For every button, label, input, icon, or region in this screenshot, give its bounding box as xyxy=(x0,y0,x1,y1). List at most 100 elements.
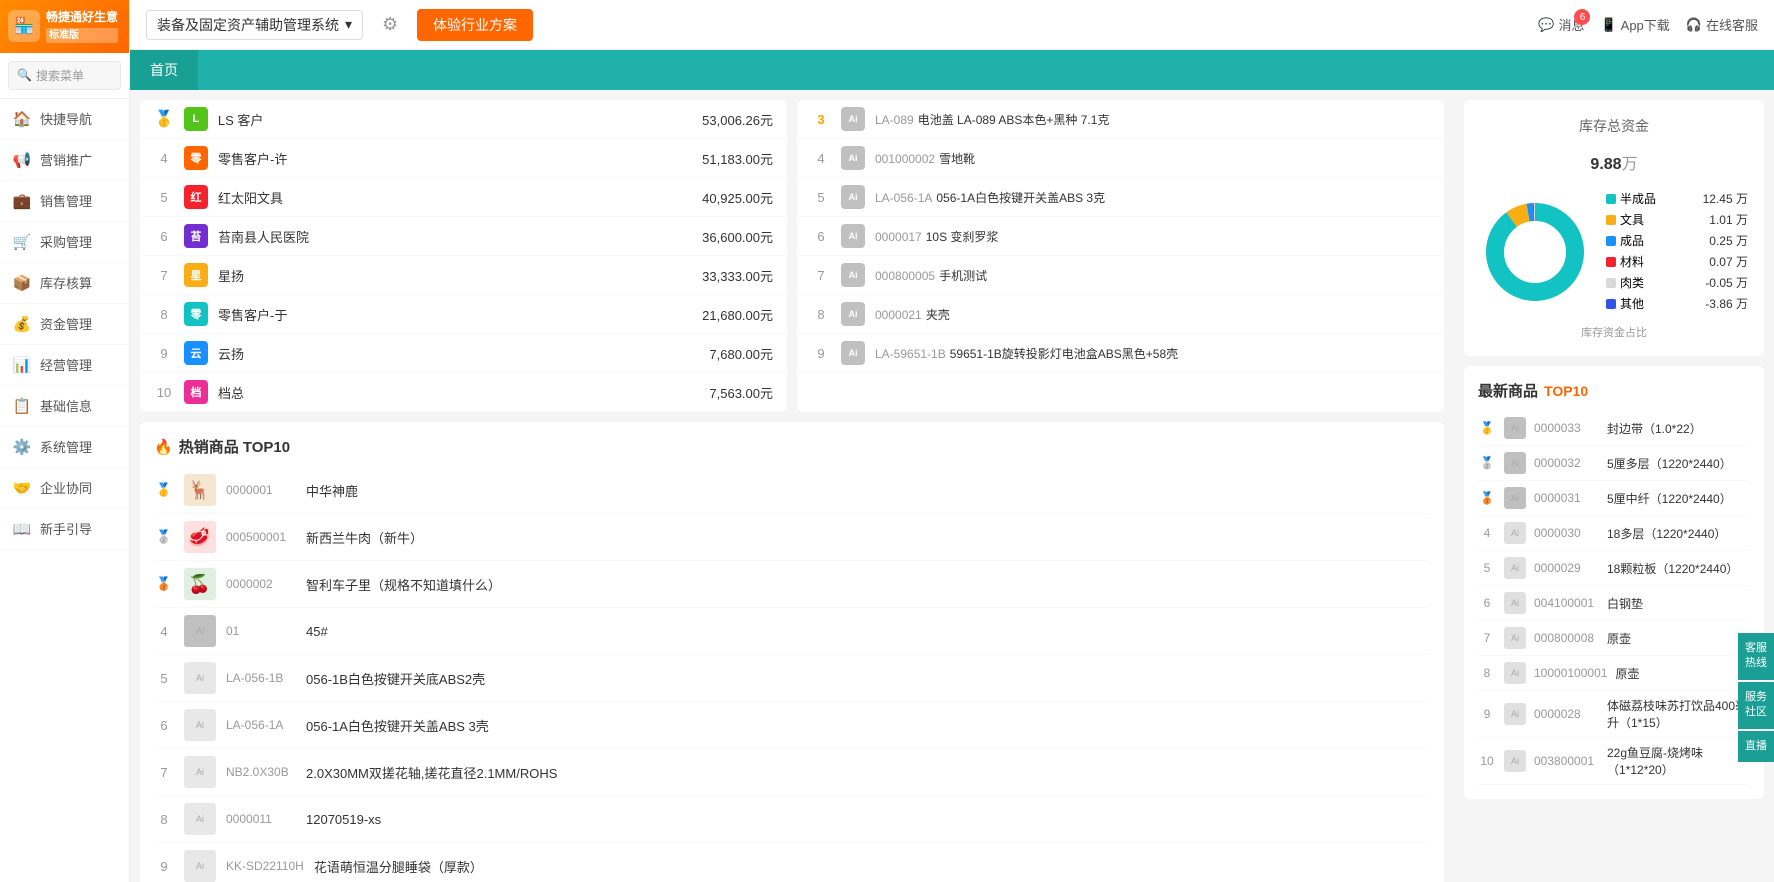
table-row: 4 零 零售客户-许 51,183.00元 xyxy=(140,139,787,178)
sidebar: 🏪 畅捷通好生意 标准版 🔍 搜索菜单 🏠 快捷导航 📢 营销推广 💼 销售管理… xyxy=(0,0,130,882)
product-icon: Ai xyxy=(1504,662,1526,684)
product-icon: Ai xyxy=(1504,487,1526,509)
sidebar-item-qiye[interactable]: 🤝 企业协同 xyxy=(0,468,129,509)
table-row: 10 档 档总 7,563.00元 xyxy=(140,373,787,412)
svg-text:🦌: 🦌 xyxy=(188,479,210,500)
sidebar-item-caigou[interactable]: 🛒 采购管理 xyxy=(0,222,129,263)
sidebar-item-jichu[interactable]: 📋 基础信息 xyxy=(0,386,129,427)
live-stream-button[interactable]: 直播 xyxy=(1738,731,1774,762)
product-image: 🍒 xyxy=(184,568,216,600)
product-icon: Ai xyxy=(1504,522,1526,544)
cart-icon: 🛒 xyxy=(12,232,32,252)
product-image: 🦌 xyxy=(184,474,216,506)
avatar: 红 xyxy=(184,185,208,209)
product-image: Ai xyxy=(184,709,216,741)
avatar: Ai xyxy=(841,185,865,209)
list-item: 8 Ai 0000011 12070519-xs xyxy=(154,796,1430,843)
legend-dot xyxy=(1606,299,1616,309)
sidebar-item-yingxiao[interactable]: 📢 营销推广 xyxy=(0,140,129,181)
avatar: 星 xyxy=(184,263,208,287)
table-row: 8 Ai 0000021夹壳 xyxy=(797,295,1444,334)
clipboard-icon: 📋 xyxy=(12,396,32,416)
list-item: 5 Ai LA-056-1B 056-1B白色按键开关底ABS2壳 xyxy=(154,655,1430,702)
sidebar-item-xiaoshou[interactable]: 💼 销售管理 xyxy=(0,181,129,222)
hot-products-title: 🔥 热销商品 TOP10 xyxy=(154,436,1430,457)
chart-icon: 📊 xyxy=(12,355,32,375)
table-row: 3 Ai LA-089电池盖 LA-089 ABS本色+黑种 7.1克 xyxy=(797,100,1444,139)
message-icon: 💬 xyxy=(1538,17,1554,33)
legend-row: 肉类 -0.05 万 xyxy=(1606,274,1748,291)
main-area: 装备及固定资产辅助管理系统 ▾ ⚙ 体验行业方案 💬 消息 6 📱 App下载 … xyxy=(130,0,1774,882)
box-icon: 📦 xyxy=(12,273,32,293)
list-item: 4 Ai 01 45# xyxy=(154,608,1430,655)
logo-name: 畅捷通好生意 xyxy=(46,10,118,26)
sidebar-item-kucun[interactable]: 📦 库存核算 xyxy=(0,263,129,304)
avatar: L xyxy=(184,107,208,131)
avatar: 苔 xyxy=(184,224,208,248)
customer-top10-card: 🥇 L LS 客户 53,006.26元 4 零 零售客户-许 51,183.0… xyxy=(140,100,787,412)
money-icon: 💰 xyxy=(12,314,32,334)
product-icon: Ai xyxy=(1504,417,1526,439)
svg-text:🥩: 🥩 xyxy=(188,526,210,548)
app-download-button[interactable]: 📱 App下载 xyxy=(1600,15,1669,34)
legend-row: 其他 -3.86 万 xyxy=(1606,295,1748,312)
sidebar-item-xitong[interactable]: ⚙️ 系统管理 xyxy=(0,427,129,468)
svg-text:🍒: 🍒 xyxy=(188,573,210,595)
handshake-icon: 🤝 xyxy=(12,478,32,498)
service-community-button[interactable]: 服务 社区 xyxy=(1738,682,1774,729)
logo-tag: 标准版 xyxy=(46,28,118,43)
inventory-card: 库存总资金 9.88万 xyxy=(1464,100,1764,356)
logo: 🏪 畅捷通好生意 标准版 xyxy=(0,0,129,53)
legend-dot xyxy=(1606,278,1616,288)
table-row: 5 红 红太阳文具 40,925.00元 xyxy=(140,178,787,217)
float-button-group: 客服 热线 服务 社区 直播 xyxy=(1738,633,1774,762)
list-item: 7 Ai 000800008 原壶 xyxy=(1478,621,1750,656)
avatar: 零 xyxy=(184,302,208,326)
message-badge: 6 xyxy=(1574,9,1590,25)
legend-dot xyxy=(1606,194,1616,204)
list-item: 10 Ai 003800001 22g鱼豆腐-烧烤味（1*12*20） xyxy=(1478,738,1750,785)
legend-dot xyxy=(1606,236,1616,246)
inventory-amount: 9.88万 xyxy=(1480,144,1748,176)
home-icon: 🏠 xyxy=(12,109,32,129)
right-area: 库存总资金 9.88万 xyxy=(1454,90,1774,882)
trial-button[interactable]: 体验行业方案 xyxy=(417,9,533,41)
inventory-subtitle: 库存资金占比 xyxy=(1480,324,1748,340)
table-row: 4 Ai 001000002雪地靴 xyxy=(797,139,1444,178)
avatar: Ai xyxy=(841,263,865,287)
system-selector[interactable]: 装备及固定资产辅助管理系统 ▾ xyxy=(146,10,363,40)
sidebar-item-zijin[interactable]: 💰 资金管理 xyxy=(0,304,129,345)
product-icon: Ai xyxy=(1504,703,1526,725)
sidebar-item-jingying[interactable]: 📊 经营管理 xyxy=(0,345,129,386)
middle-area: 🥇 L LS 客户 53,006.26元 4 零 零售客户-许 51,183.0… xyxy=(130,90,1454,882)
avatar: Ai xyxy=(841,224,865,248)
table-row: 7 星 星扬 33,333.00元 xyxy=(140,256,787,295)
list-item: 4 Ai 0000030 18多层（1220*2440） xyxy=(1478,516,1750,551)
legend-dot xyxy=(1606,215,1616,225)
tab-home[interactable]: 首页 xyxy=(130,50,198,90)
book-icon: 📖 xyxy=(12,519,32,539)
phone-icon: 📱 xyxy=(1600,17,1616,33)
message-button[interactable]: 💬 消息 6 xyxy=(1538,15,1584,34)
system-name: 装备及固定资产辅助管理系统 xyxy=(157,15,339,35)
sidebar-item-kuaijie[interactable]: 🏠 快捷导航 xyxy=(0,99,129,140)
product-image: Ai xyxy=(184,756,216,788)
table-row: 7 Ai 000800005手机测试 xyxy=(797,256,1444,295)
online-service-button[interactable]: 🎧 在线客服 xyxy=(1686,15,1758,34)
legend-row: 文具 1.01 万 xyxy=(1606,211,1748,228)
sidebar-item-xinshou[interactable]: 📖 新手引导 xyxy=(0,509,129,550)
search-icon: 🔍 xyxy=(17,68,32,82)
avatar: Ai xyxy=(841,302,865,326)
legend-row: 材料 0.07 万 xyxy=(1606,253,1748,270)
table-row: 8 零 零售客户-于 21,680.00元 xyxy=(140,295,787,334)
search-menu-button[interactable]: 🔍 搜索菜单 xyxy=(8,61,121,90)
product-icon: Ai xyxy=(1504,750,1526,772)
product-icon: Ai xyxy=(1504,557,1526,579)
settings-button[interactable]: ⚙ xyxy=(375,10,405,40)
fire-icon: 🔥 xyxy=(154,438,173,456)
customer-service-button[interactable]: 客服 热线 xyxy=(1738,633,1774,680)
product-image: Ai xyxy=(184,803,216,835)
content-area: 🥇 L LS 客户 53,006.26元 4 零 零售客户-许 51,183.0… xyxy=(130,90,1774,882)
list-item: 9 Ai 0000028 体磁荔枝味苏打饮品400毫升（1*15） xyxy=(1478,691,1750,738)
table-row: 🥇 L LS 客户 53,006.26元 xyxy=(140,100,787,139)
